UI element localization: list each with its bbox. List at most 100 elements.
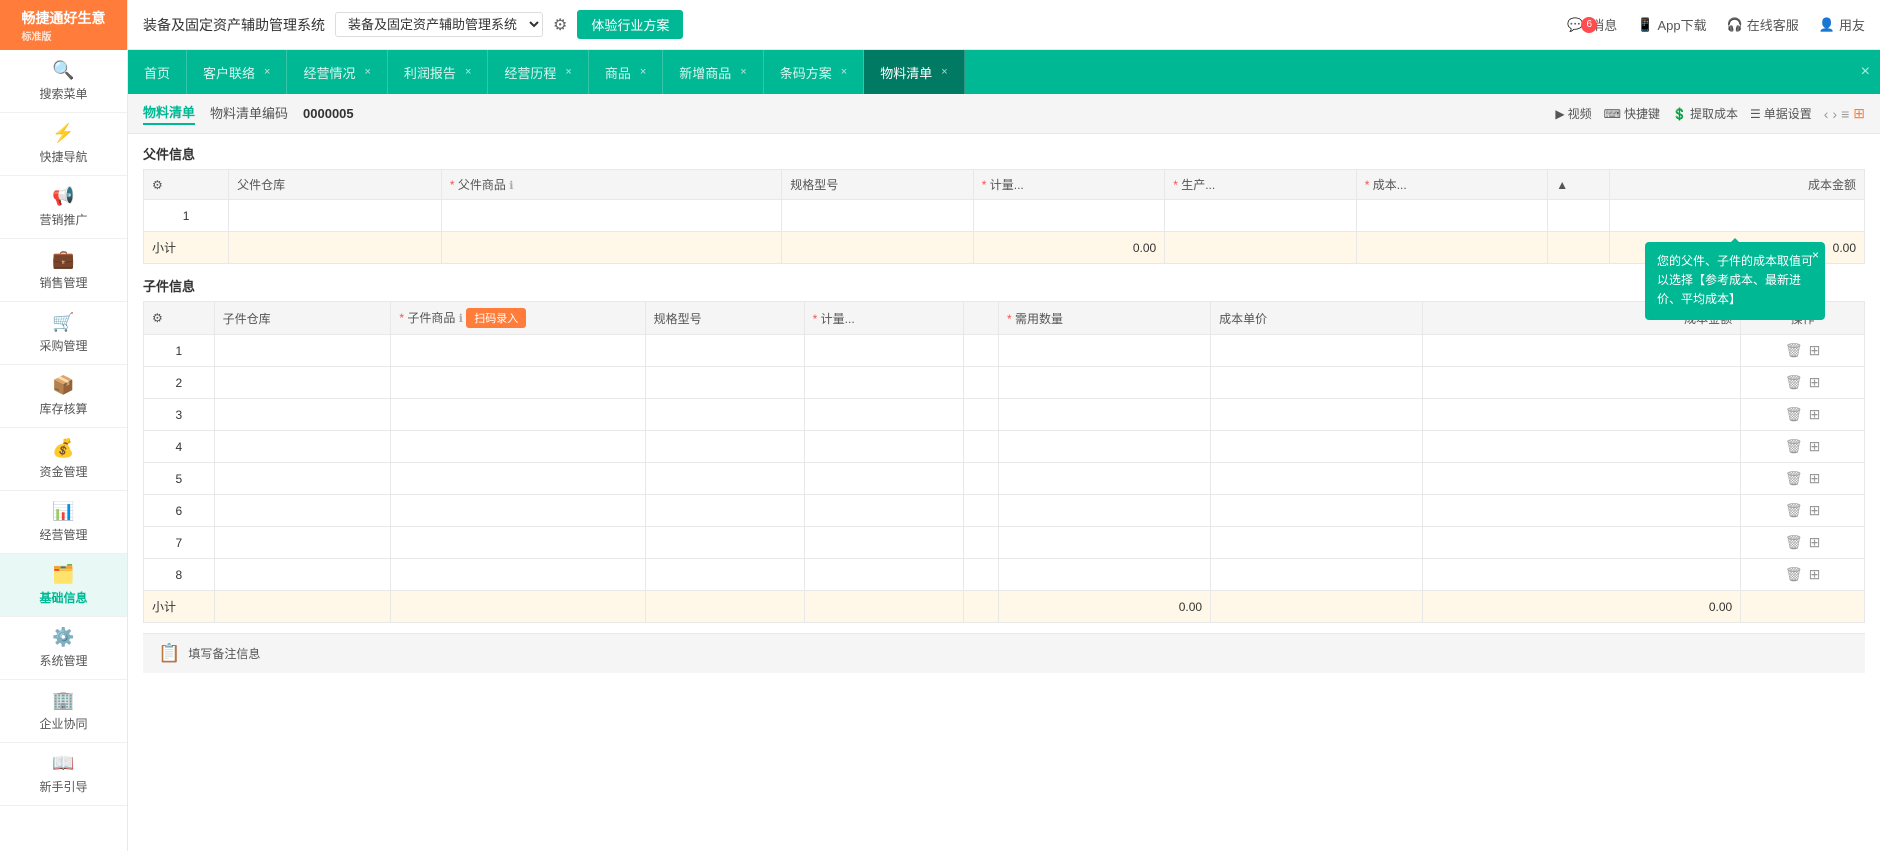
- child-row-3-expand[interactable]: [963, 399, 998, 431]
- parent-col-settings[interactable]: ⚙: [144, 170, 229, 200]
- delete-icon-6[interactable]: 🗑: [1785, 502, 1803, 519]
- online-service-item[interactable]: 🎧 在线客服: [1727, 15, 1799, 34]
- message-item[interactable]: 💬 6 消息: [1567, 15, 1617, 34]
- child-row-5-expand[interactable]: [963, 463, 998, 495]
- child-row-2-unit[interactable]: [804, 367, 963, 399]
- parent-row-1-product[interactable]: [441, 200, 781, 232]
- child-row-1-warehouse[interactable]: [214, 335, 391, 367]
- child-row-6-product[interactable]: [391, 495, 645, 527]
- parent-row-1-expand[interactable]: [1548, 200, 1609, 232]
- sidebar-item-finance[interactable]: 💰 资金管理: [0, 428, 127, 491]
- child-row-8-unit[interactable]: [804, 559, 963, 591]
- child-row-5-warehouse[interactable]: [214, 463, 391, 495]
- action-extract-cost[interactable]: 💲 提取成本: [1672, 105, 1738, 122]
- tab-history[interactable]: 经营历程 ×: [488, 50, 588, 94]
- child-row-1-unit[interactable]: [804, 335, 963, 367]
- copy-icon-6[interactable]: ⊞: [1809, 502, 1821, 519]
- scan-btn[interactable]: 扫码录入: [466, 308, 526, 328]
- child-row-2-warehouse[interactable]: [214, 367, 391, 399]
- child-row-6-expand[interactable]: [963, 495, 998, 527]
- child-row-2-qty[interactable]: [999, 367, 1211, 399]
- child-row-5-cost-unit[interactable]: [1211, 463, 1423, 495]
- sub-tab-code[interactable]: 物料清单编码: [210, 103, 288, 124]
- child-row-8-spec[interactable]: [645, 559, 804, 591]
- tab-customer-close[interactable]: ×: [264, 66, 270, 78]
- tab-bom-close[interactable]: ×: [941, 66, 947, 78]
- child-row-5-qty[interactable]: [999, 463, 1211, 495]
- child-row-3-product[interactable]: [391, 399, 645, 431]
- action-video[interactable]: ▶ 视频: [1555, 105, 1591, 122]
- child-row-7-expand[interactable]: [963, 527, 998, 559]
- copy-icon-1[interactable]: ⊞: [1809, 342, 1821, 359]
- delete-icon-8[interactable]: 🗑: [1785, 566, 1803, 583]
- settings-icon[interactable]: ⚙: [553, 15, 567, 35]
- child-row-7-unit[interactable]: [804, 527, 963, 559]
- delete-icon-7[interactable]: 🗑: [1785, 534, 1803, 551]
- child-row-2-expand[interactable]: [963, 367, 998, 399]
- child-row-7-qty[interactable]: [999, 527, 1211, 559]
- action-shortcut[interactable]: ⌨ 快捷键: [1604, 105, 1660, 122]
- child-row-4-unit[interactable]: [804, 431, 963, 463]
- child-row-3-spec[interactable]: [645, 399, 804, 431]
- tab-operation-close[interactable]: ×: [364, 66, 370, 78]
- child-row-2-spec[interactable]: [645, 367, 804, 399]
- parent-row-1-unit[interactable]: [973, 200, 1164, 232]
- child-row-7-product[interactable]: [391, 527, 645, 559]
- note-icon[interactable]: 📋: [158, 643, 180, 664]
- child-row-1-qty[interactable]: [999, 335, 1211, 367]
- tab-goods[interactable]: 商品 ×: [589, 50, 663, 94]
- child-row-6-warehouse[interactable]: [214, 495, 391, 527]
- child-row-6-spec[interactable]: [645, 495, 804, 527]
- action-doc-settings[interactable]: ☰ 单据设置: [1750, 105, 1812, 122]
- tab-operation[interactable]: 经营情况 ×: [287, 50, 387, 94]
- child-row-4-spec[interactable]: [645, 431, 804, 463]
- sidebar-item-quicknav[interactable]: ⚡ 快捷导航: [0, 113, 127, 176]
- child-row-1-product[interactable]: [391, 335, 645, 367]
- parent-row-1-spec[interactable]: [782, 200, 973, 232]
- child-row-3-unit[interactable]: [804, 399, 963, 431]
- copy-icon-4[interactable]: ⊞: [1809, 438, 1821, 455]
- sidebar-item-purchase[interactable]: 🛒 采购管理: [0, 302, 127, 365]
- child-row-4-expand[interactable]: [963, 431, 998, 463]
- parent-row-1-warehouse[interactable]: [229, 200, 442, 232]
- copy-icon-8[interactable]: ⊞: [1809, 566, 1821, 583]
- child-row-1-expand[interactable]: [963, 335, 998, 367]
- tooltip-close[interactable]: ×: [1812, 246, 1819, 265]
- delete-icon-5[interactable]: 🗑: [1785, 470, 1803, 487]
- child-row-6-cost-unit[interactable]: [1211, 495, 1423, 527]
- child-row-1-cost-unit[interactable]: [1211, 335, 1423, 367]
- child-row-7-cost-unit[interactable]: [1211, 527, 1423, 559]
- delete-icon-1[interactable]: 🗑: [1785, 342, 1803, 359]
- parent-row-1-produce[interactable]: [1165, 200, 1356, 232]
- tab-new-goods-close[interactable]: ×: [740, 66, 746, 78]
- nav-prev[interactable]: ‹: [1824, 106, 1829, 122]
- layout-grid[interactable]: ⊞: [1853, 105, 1865, 122]
- app-download-item[interactable]: 📱 App下载: [1637, 15, 1706, 34]
- sidebar-item-enterprise[interactable]: 🏢 企业协同: [0, 680, 127, 743]
- sidebar-item-sales[interactable]: 💼 销售管理: [0, 239, 127, 302]
- tab-profit-close[interactable]: ×: [465, 66, 471, 78]
- sidebar-item-inventory[interactable]: 📦 库存核算: [0, 365, 127, 428]
- sidebar-item-search[interactable]: 🔍 搜索菜单: [0, 50, 127, 113]
- parent-row-1-cost[interactable]: [1356, 200, 1547, 232]
- tab-bom[interactable]: 物料清单 ×: [864, 50, 964, 94]
- child-row-7-warehouse[interactable]: [214, 527, 391, 559]
- tab-history-close[interactable]: ×: [565, 66, 571, 78]
- delete-icon-3[interactable]: 🗑: [1785, 406, 1803, 423]
- child-row-5-spec[interactable]: [645, 463, 804, 495]
- layout-list[interactable]: ≡: [1841, 106, 1849, 122]
- child-row-6-qty[interactable]: [999, 495, 1211, 527]
- child-row-8-qty[interactable]: [999, 559, 1211, 591]
- sidebar-item-basic[interactable]: 🗂️ 基础信息: [0, 554, 127, 617]
- child-row-4-warehouse[interactable]: [214, 431, 391, 463]
- child-row-2-product[interactable]: [391, 367, 645, 399]
- child-row-1-spec[interactable]: [645, 335, 804, 367]
- copy-icon-5[interactable]: ⊞: [1809, 470, 1821, 487]
- delete-icon-2[interactable]: 🗑: [1785, 374, 1803, 391]
- child-row-3-warehouse[interactable]: [214, 399, 391, 431]
- tab-new-goods[interactable]: 新增商品 ×: [663, 50, 763, 94]
- child-row-5-product[interactable]: [391, 463, 645, 495]
- child-col-settings[interactable]: ⚙: [144, 302, 215, 335]
- child-col-expand[interactable]: [963, 302, 998, 335]
- child-row-8-cost-unit[interactable]: [1211, 559, 1423, 591]
